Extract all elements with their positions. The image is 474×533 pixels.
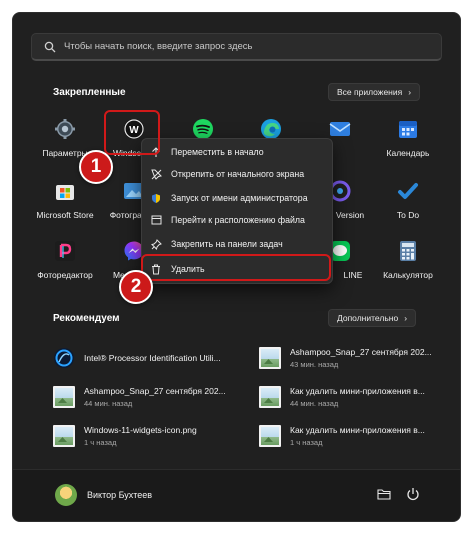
user-name: Виктор Бухтеев [87, 490, 153, 500]
pinned-app-photo-editor[interactable]: Фоторедактор [31, 233, 99, 291]
folder-icon[interactable] [376, 486, 392, 502]
store-icon [53, 179, 77, 203]
photo-editor-icon [53, 239, 77, 263]
image-file-icon [259, 386, 281, 408]
shield-icon [150, 193, 162, 204]
more-button[interactable]: Дополнительно › [328, 309, 417, 327]
power-icon[interactable] [405, 486, 421, 502]
recommended-item[interactable]: Ashampoo_Snap_27 сентября 202... 44 мин. … [53, 382, 253, 412]
todo-icon [396, 179, 420, 203]
start-footer: Виктор Бухтеев [13, 469, 460, 521]
unpin-icon [150, 169, 162, 180]
image-file-icon [259, 425, 281, 447]
pin-icon [150, 238, 162, 250]
pinned-app-calendar[interactable]: Календарь [374, 111, 442, 169]
recommended-item[interactable]: Как удалить мини-приложения в... 44 мин. … [259, 382, 459, 412]
context-pin-taskbar[interactable]: Закрепить на панели задач [142, 233, 332, 255]
recommended-item[interactable]: Как удалить мини-приложения в... 1 ч наза… [259, 421, 459, 451]
image-file-icon [259, 347, 281, 369]
user-account[interactable]: Виктор Бухтеев [55, 484, 152, 506]
recommended-item[interactable]: Ashampoo_Snap_27 сентября 202... 43 мин. … [259, 343, 459, 373]
chevron-right-icon: › [408, 87, 412, 97]
pinned-title: Закрепленные [53, 87, 126, 98]
calculator-icon [396, 239, 420, 263]
folder-open-icon [150, 215, 162, 225]
image-file-icon [53, 425, 75, 447]
recommended-item[interactable]: Intel® Processor Identification Utili... [53, 343, 253, 373]
step-badge-1: 1 [79, 150, 113, 184]
chevron-right-icon: › [404, 313, 408, 323]
gear-icon [53, 117, 77, 141]
intel-app-icon [53, 347, 75, 369]
recommended-item[interactable]: Windows-11-widgets-icon.png 1 ч назад [53, 421, 253, 451]
all-apps-button[interactable]: Все приложения › [328, 83, 421, 101]
context-unpin-start[interactable]: Открепить от начального экрана [142, 163, 332, 185]
pinned-app-todo[interactable]: To Do [374, 173, 442, 231]
recommended-title: Рекомендуем [53, 313, 120, 324]
search-box[interactable]: Чтобы начать поиск, введите запрос здесь [31, 33, 442, 61]
image-file-icon [53, 386, 75, 408]
search-icon [44, 41, 58, 53]
context-move-to-top[interactable]: Переместить в начало [142, 141, 332, 163]
step-badge-2: 2 [119, 270, 153, 304]
search-placeholder: Чтобы начать поиск, введите запрос здесь [64, 41, 253, 52]
highlight-uninstall-frame [141, 254, 331, 281]
calendar-icon [396, 117, 420, 141]
pinned-app-calculator[interactable]: Калькулятор [374, 233, 442, 291]
highlight-app-frame [104, 110, 160, 155]
avatar [55, 484, 77, 506]
context-open-file-location[interactable]: Перейти к расположению файла [142, 209, 332, 231]
mail-icon [328, 117, 352, 141]
context-run-as-admin[interactable]: Запуск от имени администратора [142, 187, 332, 209]
